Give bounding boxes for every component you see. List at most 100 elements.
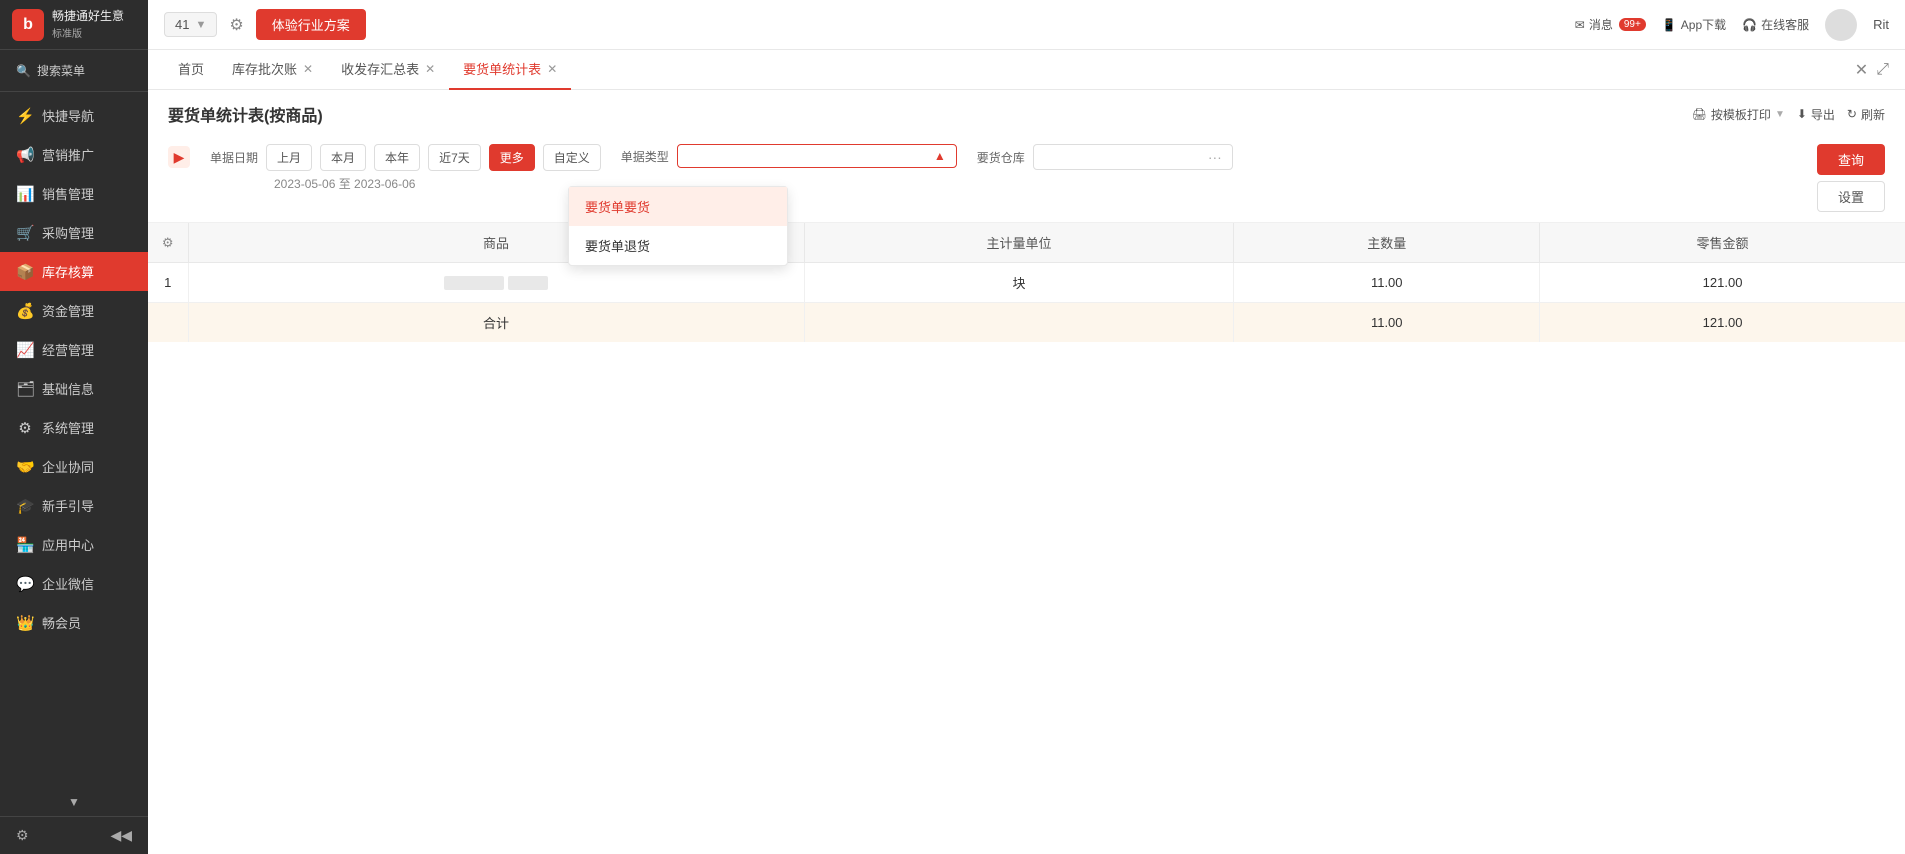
data-table: ⚙ 商品 主计量单位 主数量 零售金额 1 <box>148 223 1905 342</box>
print-button[interactable]: 🖨 按模板打印 ▼ <box>1692 106 1785 123</box>
date-btn-custom[interactable]: 自定义 <box>543 144 601 171</box>
data-table-container: ⚙ 商品 主计量单位 主数量 零售金额 1 <box>148 223 1905 342</box>
table-gear-icon[interactable]: ⚙ <box>162 235 174 250</box>
page-actions: 🖨 按模板打印 ▼ ⬇ 导出 ↻ 刷新 <box>1692 106 1885 123</box>
tab-inventory-batch[interactable]: 库存批次账 ✕ <box>218 50 327 90</box>
tab-inventory-batch-close[interactable]: ✕ <box>303 63 313 75</box>
marketing-icon: 📢 <box>16 146 34 164</box>
export-button[interactable]: ⬇ 导出 <box>1797 106 1835 123</box>
cell-unit: 块 <box>804 263 1234 303</box>
messages-button[interactable]: ✉ 消息 99+ <box>1575 16 1646 33</box>
app-logo: b <box>12 9 44 41</box>
sidebar-item-purchase[interactable]: 🛒 采购管理 <box>0 213 148 252</box>
sales-icon: 📊 <box>16 185 34 203</box>
tab-collect-summary-close[interactable]: ✕ <box>425 63 435 75</box>
date-btn-week7[interactable]: 近7天 <box>428 144 481 171</box>
settings-button[interactable]: 设置 <box>1817 181 1885 212</box>
tabs-end: ✕ ⤢ <box>1855 60 1889 80</box>
date-range-text: 2023-05-06 至 2023-06-06 <box>274 175 415 192</box>
type-dropdown: 要货单要货 要货单退货 <box>568 186 788 266</box>
collapse-icon[interactable]: ◀◀ <box>110 827 132 844</box>
topbar-right: ✉ 消息 99+ 📱 App下载 🎧 在线客服 Rit <box>1575 9 1889 41</box>
newbie-icon: 🎓 <box>16 497 34 515</box>
username-label: Rit <box>1873 17 1889 32</box>
operations-icon: 📈 <box>16 341 34 359</box>
basic-icon: 🗂 <box>16 380 34 398</box>
refresh-button[interactable]: ↻ 刷新 <box>1847 106 1885 123</box>
sidebar-item-operations[interactable]: 📈 经营管理 <box>0 330 148 369</box>
trial-button[interactable]: 体验行业方案 <box>256 9 366 40</box>
date-btn-more[interactable]: 更多 <box>489 144 535 171</box>
chevron-down-icon: ▼ <box>195 19 206 31</box>
dropdown-item-order-return[interactable]: 要货单退货 <box>569 226 787 265</box>
sidebar-footer: ⚙ ◀◀ <box>0 816 148 854</box>
sidebar-item-finance[interactable]: 💰 资金管理 <box>0 291 148 330</box>
sidebar-item-label: 企业协同 <box>42 457 94 476</box>
page-content: 要货单统计表(按商品) 🖨 按模板打印 ▼ ⬇ 导出 ↻ 刷新 ▶ <box>148 90 1905 854</box>
sidebar-item-marketing[interactable]: 📢 营销推广 <box>0 135 148 174</box>
dropdown-item-order-request[interactable]: 要货单要货 <box>569 187 787 226</box>
sidebar-search-button[interactable]: 🔍 搜索菜单 <box>10 58 138 83</box>
sidebar-item-sales[interactable]: 📊 销售管理 <box>0 174 148 213</box>
topbar-left: 41 ▼ ⚙ 体验行业方案 <box>164 9 366 40</box>
sidebar-item-label: 新手引导 <box>42 496 94 515</box>
sidebar-scroll-down[interactable]: ▼ <box>0 788 148 816</box>
print-icon: 🖨 <box>1692 107 1707 121</box>
cell-no: 1 <box>148 263 188 303</box>
message-icon: ✉ <box>1575 18 1585 32</box>
expand-icon[interactable]: ⤢ <box>1876 61 1889 79</box>
sidebar-search-label: 搜索菜单 <box>37 62 85 79</box>
online-service-button[interactable]: 🎧 在线客服 <box>1742 16 1809 33</box>
date-btn-up[interactable]: 上月 <box>266 144 312 171</box>
quicknav-icon: ⚡ <box>16 107 34 125</box>
sidebar-item-newbie[interactable]: 🎓 新手引导 <box>0 486 148 525</box>
sidebar-item-label: 企业微信 <box>42 574 94 593</box>
sidebar-item-basic[interactable]: 🗂 基础信息 <box>0 369 148 408</box>
product-placeholder-2 <box>508 276 548 290</box>
tab-order-summary-close[interactable]: ✕ <box>547 63 557 75</box>
date-btn-year[interactable]: 本年 <box>374 144 420 171</box>
tab-order-summary[interactable]: 要货单统计表 ✕ <box>449 50 571 90</box>
tab-home[interactable]: 首页 <box>164 50 218 90</box>
inventory-icon: 📦 <box>16 263 34 281</box>
warehouse-select[interactable]: ··· <box>1033 144 1233 170</box>
type-select[interactable]: ▲ <box>677 144 957 168</box>
tab-home-label: 首页 <box>178 59 204 78</box>
sidebar-search-section: 🔍 搜索菜单 <box>0 50 148 92</box>
avatar[interactable] <box>1825 9 1857 41</box>
app-title: 畅捷通好生意 <box>52 9 124 25</box>
sidebar-item-label: 采购管理 <box>42 223 94 242</box>
gear-icon[interactable]: ⚙ <box>229 15 243 35</box>
settings-icon[interactable]: ⚙ <box>16 827 29 844</box>
type-label: 单据类型 <box>621 148 669 165</box>
sidebar-item-system[interactable]: ⚙ 系统管理 <box>0 408 148 447</box>
app-subtitle: 标准版 <box>52 25 124 40</box>
main-content: 41 ▼ ⚙ 体验行业方案 ✉ 消息 99+ 📱 App下载 🎧 在线客服 Ri… <box>148 0 1905 854</box>
sidebar-item-inventory[interactable]: 📦 库存核算 <box>0 252 148 291</box>
app-download-label: App下载 <box>1681 16 1726 33</box>
type-filter-group: 单据类型 ▲ <box>621 144 957 168</box>
cell-product <box>188 263 804 303</box>
purchase-icon: 🛒 <box>16 224 34 242</box>
sidebar-item-label: 营销推广 <box>42 145 94 164</box>
date-btn-current[interactable]: 本月 <box>320 144 366 171</box>
warehouse-filter-group: 要货仓库 ··· <box>977 144 1233 170</box>
sidebar-item-enterprise[interactable]: 🤝 企业协同 <box>0 447 148 486</box>
sidebar-item-apps[interactable]: 🏪 应用中心 <box>0 525 148 564</box>
sidebar-item-wechat[interactable]: 💬 企业微信 <box>0 564 148 603</box>
branch-selector[interactable]: 41 ▼ <box>164 12 217 37</box>
sidebar-item-quicknav[interactable]: ⚡ 快捷导航 <box>0 96 148 135</box>
tab-collect-summary[interactable]: 收发存汇总表 ✕ <box>327 50 449 90</box>
sidebar-item-member[interactable]: 👑 畅会员 <box>0 603 148 642</box>
sidebar-item-label: 销售管理 <box>42 184 94 203</box>
chevron-up-icon: ▲ <box>934 149 946 163</box>
app-download-button[interactable]: 📱 App下载 <box>1662 16 1726 33</box>
sidebar: b 畅捷通好生意 标准版 🔍 搜索菜单 ⚡ 快捷导航 📢 营销推广 📊 销售管理… <box>0 0 148 854</box>
filter-toggle-button[interactable]: ▶ <box>168 146 190 168</box>
topbar: 41 ▼ ⚙ 体验行业方案 ✉ 消息 99+ 📱 App下载 🎧 在线客服 Ri… <box>148 0 1905 50</box>
sidebar-item-label: 快捷导航 <box>42 106 94 125</box>
messages-badge: 99+ <box>1619 18 1646 31</box>
close-all-icon[interactable]: ✕ <box>1855 60 1868 80</box>
query-button[interactable]: 查询 <box>1817 144 1885 175</box>
tab-order-summary-label: 要货单统计表 <box>463 59 541 78</box>
